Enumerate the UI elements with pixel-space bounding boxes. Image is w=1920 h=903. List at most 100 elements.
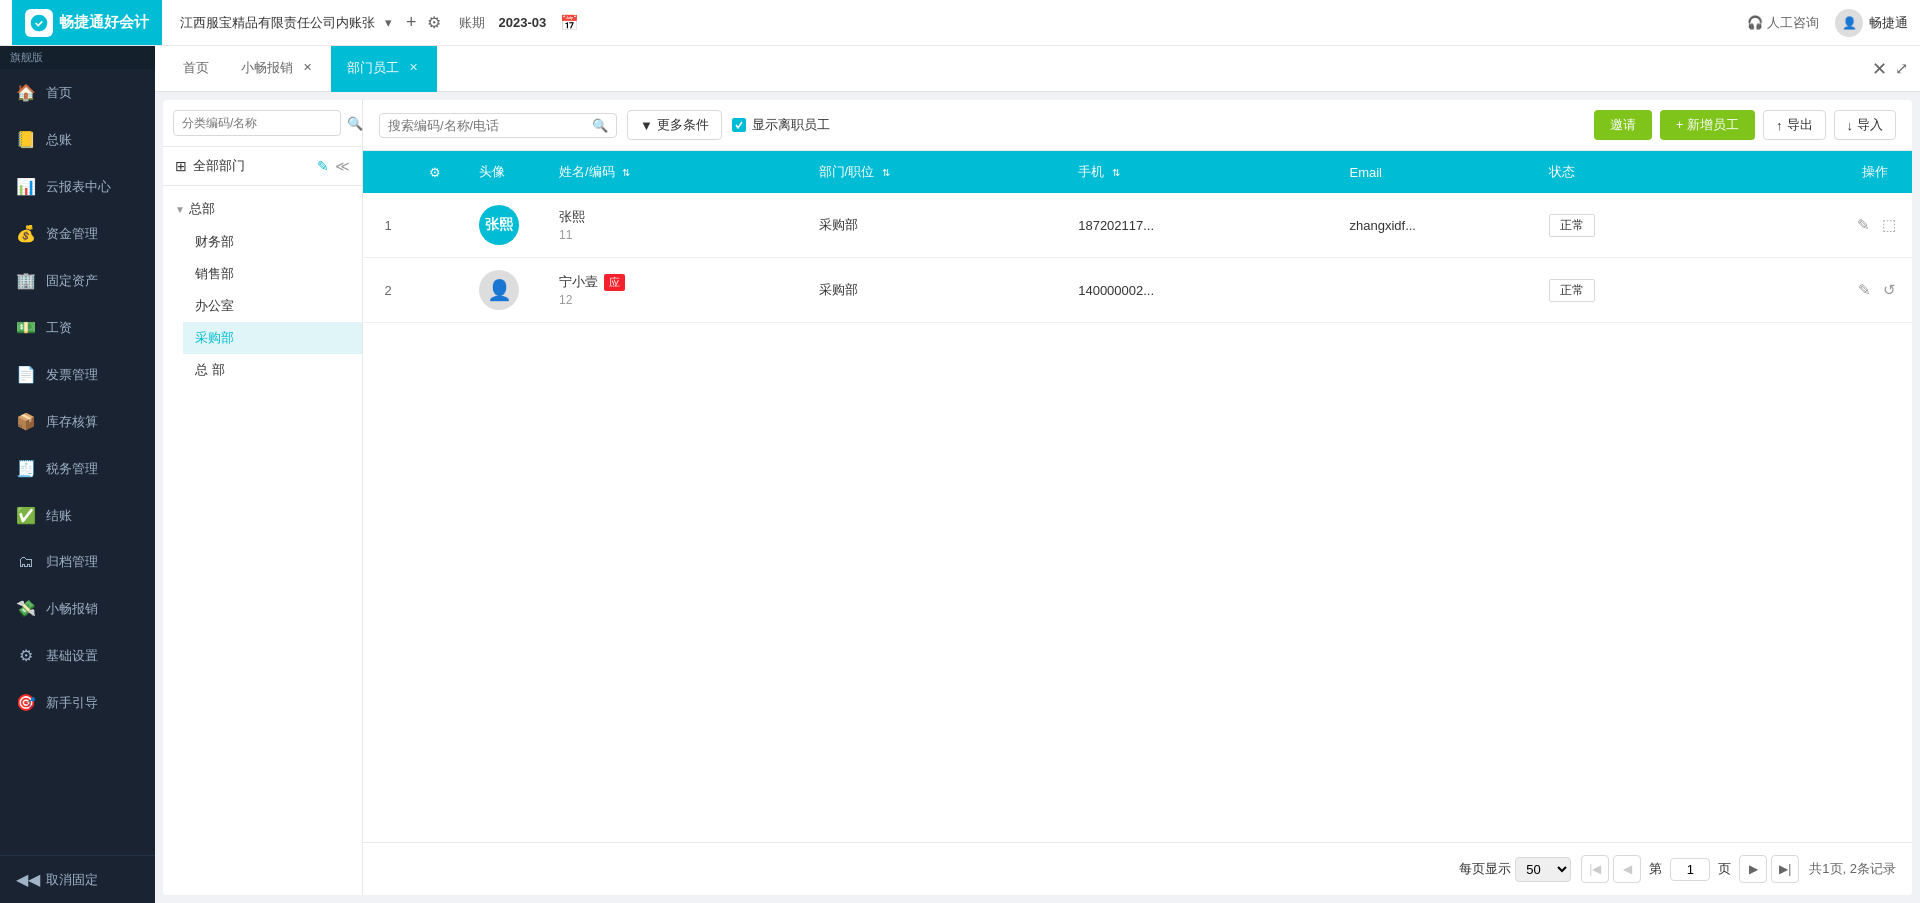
row2-email — [1333, 258, 1533, 323]
row2-status: 正常 — [1533, 258, 1733, 323]
total-info: 共1页, 2条记录 — [1809, 860, 1896, 878]
row2-actions: ✎ ↺ — [1733, 258, 1912, 323]
tab-department-close[interactable]: ✕ — [405, 60, 421, 76]
dept-group-root: ▼ 总部 财务部 销售部 办公室 采购部 总 部 — [163, 192, 362, 386]
sidebar-item-archive[interactable]: 🗂 归档管理 — [0, 539, 155, 585]
calendar-icon[interactable]: 📅 — [560, 14, 579, 32]
import-btn[interactable]: ↓ 导入 — [1834, 110, 1897, 140]
sidebar-item-guide[interactable]: 🎯 新手引导 — [0, 679, 155, 726]
funds-icon: 💰 — [16, 224, 36, 243]
sidebar-item-guide-label: 新手引导 — [46, 694, 98, 712]
row2-tag-badge: 应 — [604, 274, 625, 291]
invite-btn[interactable]: 邀请 — [1594, 110, 1652, 140]
row2-avatar: 👤 — [463, 258, 543, 323]
logo-text: 畅捷通好会计 — [59, 13, 149, 32]
sidebar-item-reports[interactable]: 📊 云报表中心 — [0, 163, 155, 210]
sidebar-item-settings[interactable]: ⚙ 基础设置 — [0, 632, 155, 679]
sidebar-item-ledger[interactable]: 📒 总账 — [0, 116, 155, 163]
sidebar-item-expense[interactable]: 💸 小畅报销 — [0, 585, 155, 632]
tab-expense[interactable]: 小畅报销 ✕ — [225, 46, 331, 92]
last-page-btn[interactable]: ▶| — [1771, 855, 1799, 883]
col-settings[interactable]: ⚙ — [413, 151, 463, 193]
col-action: 操作 — [1733, 151, 1912, 193]
page-unit: 页 — [1718, 860, 1731, 878]
row1-status-badge: 正常 — [1549, 214, 1595, 237]
employee-search-input[interactable] — [388, 118, 588, 133]
export-btn[interactable]: ↑ 导出 — [1763, 110, 1826, 140]
tab-close-all-btn[interactable]: ✕ — [1872, 58, 1887, 80]
col-mobile[interactable]: 手机 ⇅ — [1062, 151, 1333, 193]
page-size-dropdown[interactable]: 50 10 20 100 — [1515, 857, 1571, 882]
tab-department-label: 部门员工 — [347, 59, 399, 77]
tab-expense-close[interactable]: ✕ — [299, 60, 315, 76]
prev-page-btn[interactable]: ◀ — [1613, 855, 1641, 883]
employee-table-body: 1 张熙 张熙 11 — [363, 193, 1912, 323]
table-row: 1 张熙 张熙 11 — [363, 193, 1912, 258]
settings-icon[interactable]: ⚙ — [427, 13, 441, 32]
svg-point-0 — [31, 14, 48, 31]
dept-sidebar: 🔍 ⊞ 全部部门 ✎ ≪ ▼ 总部 — [163, 100, 363, 895]
sidebar-item-salary[interactable]: 💵 工资 — [0, 304, 155, 351]
toolbar-right: 邀请 + 新增员工 ↑ 导出 ↓ 导入 — [1594, 110, 1896, 140]
table-header: ⚙ 头像 姓名/编码 ⇅ 部门/职位 ⇅ — [363, 151, 1912, 193]
next-page-btn[interactable]: ▶ — [1739, 855, 1767, 883]
employee-table: ⚙ 头像 姓名/编码 ⇅ 部门/职位 ⇅ — [363, 151, 1912, 323]
dept-child-office[interactable]: 办公室 — [183, 290, 362, 322]
col-name[interactable]: 姓名/编码 ⇅ — [543, 151, 803, 193]
dept-child-general[interactable]: 总 部 — [183, 354, 362, 386]
dept-child-finance[interactable]: 财务部 — [183, 226, 362, 258]
unpin-icon: ◀◀ — [16, 870, 36, 889]
user-area[interactable]: 👤 畅捷通 — [1835, 9, 1908, 37]
dept-collapse-btn[interactable]: ≪ — [335, 158, 350, 174]
sidebar-item-assets[interactable]: 🏢 固定资产 — [0, 257, 155, 304]
col-avatar: 头像 — [463, 151, 543, 193]
import-icon: ↓ — [1847, 118, 1854, 133]
row2-edit-btn[interactable]: ✎ — [1858, 281, 1871, 299]
sidebar-item-funds[interactable]: 💰 资金管理 — [0, 210, 155, 257]
tab-department[interactable]: 部门员工 ✕ — [331, 46, 437, 92]
unpin-btn[interactable]: ◀◀ 取消固定 — [0, 856, 155, 903]
show-resigned-checkbox[interactable]: 显示离职员工 — [732, 116, 830, 134]
row2-index: 2 — [363, 258, 413, 323]
sidebar-item-home[interactable]: 🏠 首页 — [0, 69, 155, 116]
tab-expand-btn[interactable]: ⤢ — [1895, 59, 1908, 78]
row1-logout-btn[interactable]: ⬚ — [1882, 216, 1896, 234]
sidebar-item-inventory[interactable]: 📦 库存核算 — [0, 398, 155, 445]
row1-avatar-circle: 张熙 — [479, 205, 519, 245]
dept-child-purchase[interactable]: 采购部 — [183, 322, 362, 354]
col-dept[interactable]: 部门/职位 ⇅ — [803, 151, 1063, 193]
filter-btn[interactable]: ▼ 更多条件 — [627, 110, 722, 140]
page-content: 🔍 ⊞ 全部部门 ✎ ≪ ▼ 总部 — [163, 100, 1912, 895]
page-input[interactable] — [1670, 858, 1710, 881]
sidebar-item-invoice[interactable]: 📄 发票管理 — [0, 351, 155, 398]
sidebar-item-close[interactable]: ✅ 结账 — [0, 492, 155, 539]
add-company-btn[interactable]: + — [406, 12, 417, 33]
main-layout: 旗舰版 🏠 首页 📒 总账 📊 云报表中心 💰 资金管理 🏢 固定资产 💵 工资… — [0, 46, 1920, 903]
company-dropdown-icon[interactable]: ▾ — [385, 15, 392, 30]
dept-child-sales[interactable]: 销售部 — [183, 258, 362, 290]
dept-header: ⊞ 全部部门 ✎ ≪ — [163, 147, 362, 186]
dept-root-label[interactable]: ▼ 总部 — [163, 192, 362, 226]
row1-edit-btn[interactable]: ✎ — [1857, 216, 1870, 234]
dept-edit-btn[interactable]: ✎ — [317, 158, 329, 174]
company-name: 江西服宝精品有限责任公司内账张 — [180, 14, 375, 32]
sidebar-item-settings-label: 基础设置 — [46, 647, 98, 665]
employee-search-icon[interactable]: 🔍 — [592, 118, 608, 133]
add-employee-btn[interactable]: + 新增员工 — [1660, 110, 1755, 140]
row2-refresh-btn[interactable]: ↺ — [1883, 281, 1896, 299]
sidebar-item-inventory-label: 库存核算 — [46, 413, 98, 431]
tab-home[interactable]: 首页 — [167, 46, 225, 92]
dept-search-icon[interactable]: 🔍 — [347, 116, 363, 131]
employee-toolbar: 🔍 ▼ 更多条件 显示离职员工 邀请 + 新增员工 — [363, 100, 1912, 151]
user-avatar: 👤 — [1835, 9, 1863, 37]
headset-icon: 🎧 — [1747, 15, 1763, 30]
dept-all-btn[interactable]: ⊞ 全部部门 — [175, 157, 245, 175]
service-btn[interactable]: 🎧 人工咨询 — [1747, 14, 1819, 32]
row1-settings — [413, 193, 463, 258]
sidebar-item-expense-label: 小畅报销 — [46, 600, 98, 618]
sidebar-item-tax-label: 税务管理 — [46, 460, 98, 478]
sidebar-item-tax[interactable]: 🧾 税务管理 — [0, 445, 155, 492]
archive-icon: 🗂 — [16, 553, 36, 571]
dept-search-input[interactable] — [173, 110, 341, 136]
first-page-btn[interactable]: |◀ — [1581, 855, 1609, 883]
